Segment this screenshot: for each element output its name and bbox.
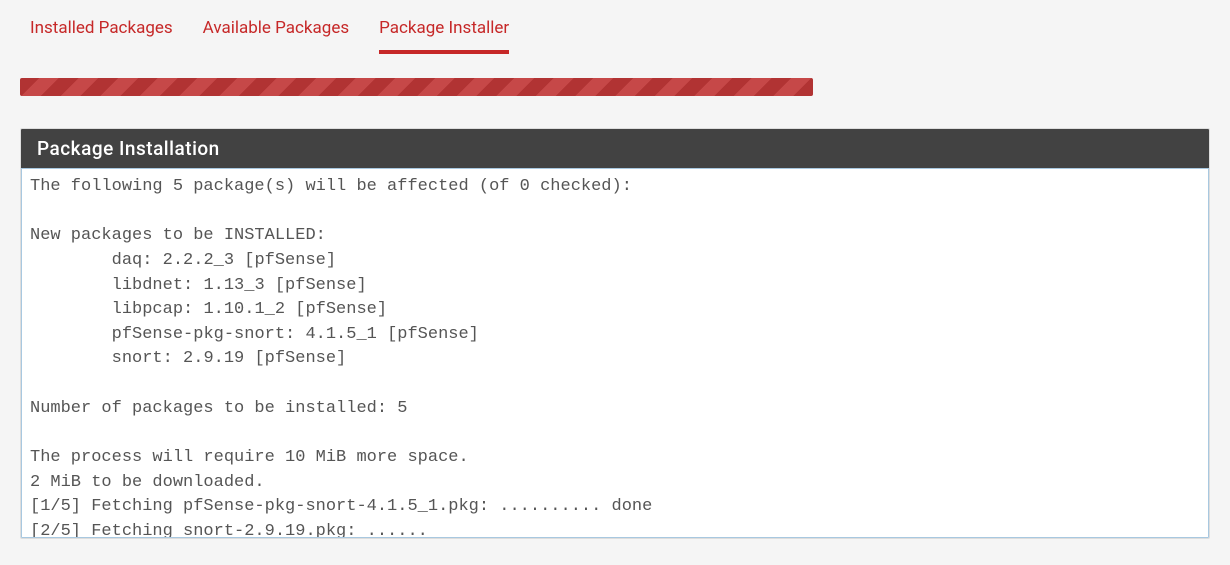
panel-title: Package Installation bbox=[21, 129, 1209, 168]
tab-package-installer[interactable]: Package Installer bbox=[379, 10, 509, 54]
install-progress-track bbox=[20, 78, 1190, 96]
package-tabs: Installed Packages Available Packages Pa… bbox=[20, 10, 1210, 54]
tab-installed-packages[interactable]: Installed Packages bbox=[30, 10, 173, 54]
install-progress-bar bbox=[20, 78, 813, 96]
tab-available-packages[interactable]: Available Packages bbox=[203, 10, 349, 54]
install-output-terminal[interactable]: The following 5 package(s) will be affec… bbox=[21, 168, 1209, 538]
package-installation-panel: Package Installation The following 5 pac… bbox=[20, 128, 1210, 539]
